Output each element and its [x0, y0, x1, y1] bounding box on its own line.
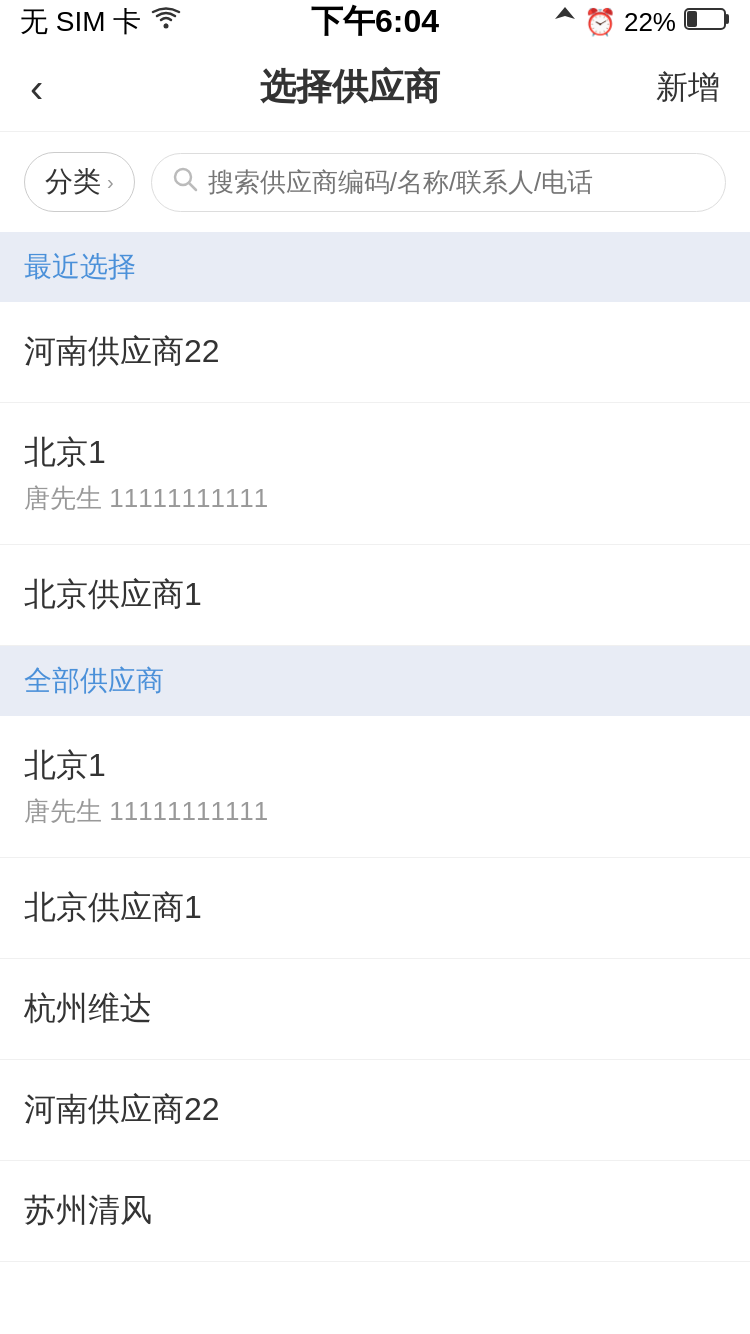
item-name: 苏州清风	[24, 1189, 726, 1233]
search-box[interactable]	[151, 153, 726, 212]
filter-bar: 分类 ›	[0, 132, 750, 232]
all-section-label: 全部供应商	[24, 665, 164, 696]
recent-section-label: 最近选择	[24, 251, 136, 282]
nav-bar: ‹ 选择供应商 新增	[0, 44, 750, 132]
no-sim-text: 无 SIM 卡	[20, 3, 141, 41]
item-sub: 唐先生 11111111111	[24, 481, 726, 516]
list-item[interactable]: 杭州维达	[0, 959, 750, 1060]
list-item[interactable]: 苏州清风	[0, 1161, 750, 1262]
list-item[interactable]: 北京供应商1	[0, 545, 750, 646]
status-bar: 无 SIM 卡 下午6:04 ⏰ 22%	[0, 0, 750, 44]
recent-items-list: 河南供应商22 北京1 唐先生 11111111111 北京供应商1	[0, 302, 750, 646]
svg-rect-3	[687, 11, 697, 27]
item-name: 北京供应商1	[24, 886, 726, 930]
all-items-list: 北京1 唐先生 11111111111 北京供应商1 杭州维达河南供应商22 苏州清风	[0, 716, 750, 1262]
add-button[interactable]: 新增	[656, 66, 720, 110]
item-sub: 唐先生 11111111111	[24, 794, 726, 829]
item-name: 杭州维达	[24, 987, 726, 1031]
list-item[interactable]: 北京1 唐先生 11111111111	[0, 716, 750, 858]
list-item[interactable]: 北京供应商1	[0, 858, 750, 959]
status-right: ⏰ 22%	[554, 6, 730, 39]
item-name: 北京1	[24, 431, 726, 475]
search-input[interactable]	[208, 167, 705, 198]
all-section-header: 全部供应商	[0, 646, 750, 716]
search-icon	[172, 166, 198, 199]
list-item[interactable]: 河南供应商22	[0, 1060, 750, 1161]
svg-rect-2	[725, 14, 729, 24]
svg-line-5	[189, 183, 196, 190]
status-time: 下午6:04	[311, 0, 439, 44]
wifi-icon	[151, 6, 181, 38]
battery-icon	[684, 7, 730, 38]
list-item[interactable]: 河南供应商22	[0, 302, 750, 403]
svg-point-0	[164, 24, 169, 29]
item-name: 河南供应商22	[24, 330, 726, 374]
item-name: 北京供应商1	[24, 573, 726, 617]
battery-text: 22%	[624, 7, 676, 38]
item-name: 北京1	[24, 744, 726, 788]
item-name: 河南供应商22	[24, 1088, 726, 1132]
list-item[interactable]: 北京1 唐先生 11111111111	[0, 403, 750, 545]
location-icon	[554, 6, 576, 39]
recent-section-header: 最近选择	[0, 232, 750, 302]
chevron-right-icon: ›	[107, 171, 114, 194]
back-button[interactable]: ‹	[30, 68, 43, 108]
category-button[interactable]: 分类 ›	[24, 152, 135, 212]
alarm-icon: ⏰	[584, 7, 616, 38]
page-title: 选择供应商	[260, 63, 440, 112]
status-left: 无 SIM 卡	[20, 3, 181, 41]
category-label: 分类	[45, 163, 101, 201]
